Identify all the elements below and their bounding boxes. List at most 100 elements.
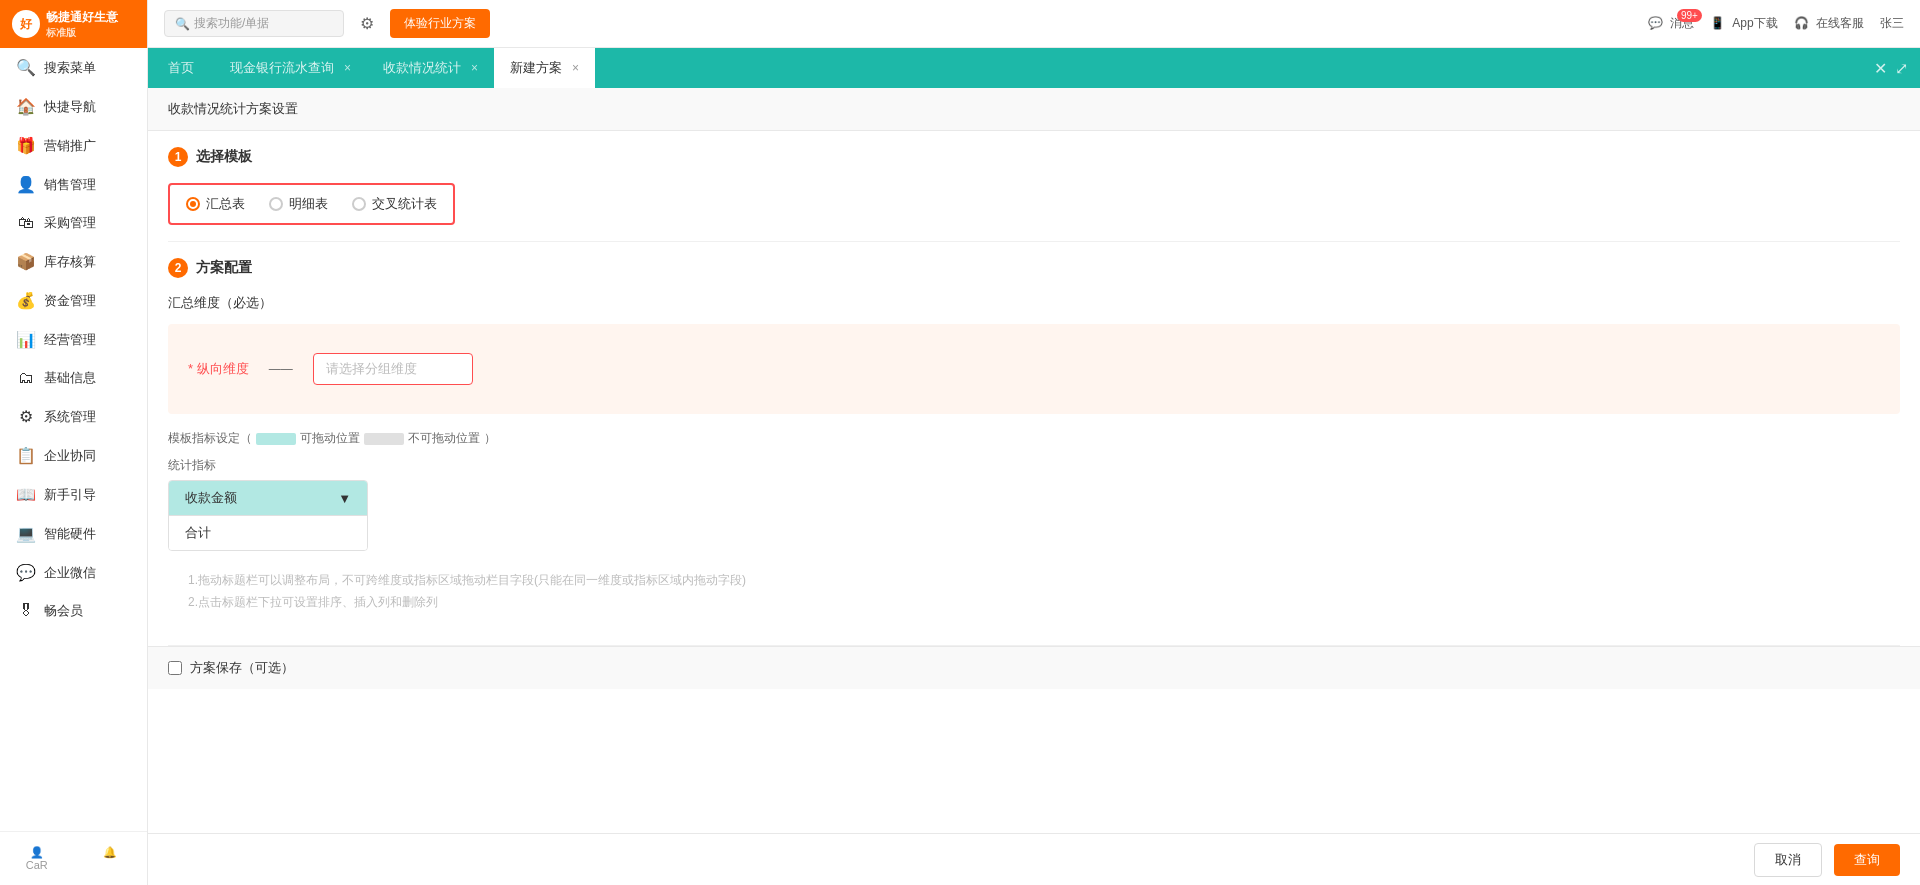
section2-number: 2 bbox=[168, 258, 188, 278]
money-icon: 💰 bbox=[16, 291, 36, 310]
sidebar-item-marketing[interactable]: 🎁 营销推广 bbox=[0, 126, 147, 165]
user-name[interactable]: 张三 bbox=[1880, 15, 1904, 32]
template-option-cross[interactable]: 交叉统计表 bbox=[352, 195, 437, 213]
sidebar-bottom-user[interactable]: 👤 CaR bbox=[0, 840, 74, 877]
metrics-section: 模板指标设定（ 可拖动位置 不可拖动位置 ） 统计指标 bbox=[168, 430, 1900, 554]
sidebar: 好 畅捷通好生意 标准版 🔍 搜索菜单 🏠 快捷导航 🎁 营销推广 👤 销售管理… bbox=[0, 0, 148, 885]
sidebar-item-inventory[interactable]: 📦 库存核算 bbox=[0, 242, 147, 281]
stats-section-label: 统计指标 bbox=[168, 457, 368, 474]
sidebar-item-sales[interactable]: 👤 销售管理 bbox=[0, 165, 147, 204]
logo-icon: 好 bbox=[12, 10, 40, 38]
box-icon: 📦 bbox=[16, 252, 36, 271]
tab-home[interactable]: 首页 bbox=[148, 48, 214, 88]
page-breadcrumb: 收款情况统计方案设置 bbox=[148, 88, 1920, 131]
template-option-summary[interactable]: 汇总表 bbox=[186, 195, 245, 213]
search-icon: 🔍 bbox=[16, 58, 36, 77]
bell-icon: 🔔 bbox=[103, 846, 117, 859]
sidebar-item-search[interactable]: 🔍 搜索菜单 bbox=[0, 48, 147, 87]
sidebar-item-management[interactable]: 📊 经营管理 bbox=[0, 320, 147, 359]
radio-cross[interactable] bbox=[352, 197, 366, 211]
online-service[interactable]: 🎧 在线客服 bbox=[1794, 15, 1864, 32]
radio-detail[interactable] bbox=[269, 197, 283, 211]
tab-stats[interactable]: 收款情况统计 × bbox=[367, 48, 494, 88]
sidebar-item-guide[interactable]: 📖 新手引导 bbox=[0, 475, 147, 514]
radio-summary[interactable] bbox=[186, 197, 200, 211]
message-icon: 💬 bbox=[1648, 16, 1663, 30]
app-download[interactable]: 📱 App下载 bbox=[1710, 15, 1778, 32]
metrics-table-total: 合计 bbox=[169, 515, 367, 550]
sidebar-item-member[interactable]: 🎖 畅会员 bbox=[0, 592, 147, 630]
app-icon: 📱 bbox=[1710, 16, 1725, 30]
sidebar-bottom-notify[interactable]: 🔔 bbox=[74, 840, 148, 877]
message-badge[interactable]: 💬 99+ 消息 bbox=[1648, 15, 1694, 32]
cancel-button[interactable]: 取消 bbox=[1754, 843, 1822, 877]
tips-section: 1.拖动标题栏可以调整布局，不可跨维度或指标区域拖动栏目字段(只能在同一维度或指… bbox=[168, 554, 1900, 629]
sidebar-item-purchase[interactable]: 🛍 采购管理 bbox=[0, 204, 147, 242]
metrics-table-header[interactable]: 收款金额 ▼ bbox=[169, 481, 367, 515]
config-section: 2 方案配置 汇总维度（必选） * 纵向维度 —— 请选择分组维度 bbox=[148, 242, 1920, 645]
query-button[interactable]: 查询 bbox=[1834, 844, 1900, 876]
section1-number: 1 bbox=[168, 147, 188, 167]
content-area: 收款情况统计方案设置 1 选择模板 汇总表 明细表 bbox=[148, 88, 1920, 833]
clipboard-icon: 📋 bbox=[16, 446, 36, 465]
gear-icon: ⚙ bbox=[16, 407, 36, 426]
search-bar[interactable]: 🔍 搜索功能/单据 bbox=[164, 10, 344, 37]
sidebar-item-finance[interactable]: 💰 资金管理 bbox=[0, 281, 147, 320]
folder-icon: 🗂 bbox=[16, 369, 36, 387]
topbar: 🔍 搜索功能/单据 ⚙ 体验行业方案 💬 99+ 消息 📱 App下载 🎧 在线… bbox=[148, 0, 1920, 48]
sidebar-item-system[interactable]: ⚙ 系统管理 bbox=[0, 397, 147, 436]
gift-icon: 🎁 bbox=[16, 136, 36, 155]
tabbar: 首页 现金银行流水查询 × 收款情况统计 × 新建方案 × ✕ ⤢ bbox=[148, 48, 1920, 88]
metrics-table: 收款金额 ▼ 合计 bbox=[168, 480, 368, 551]
maximize-icon[interactable]: ⤢ bbox=[1895, 59, 1908, 78]
section2-title: 2 方案配置 bbox=[168, 242, 1900, 278]
dimension-required-mark: * 纵向维度 bbox=[188, 360, 249, 378]
topbar-right: 💬 99+ 消息 📱 App下载 🎧 在线客服 张三 bbox=[1648, 15, 1904, 32]
medal-icon: 🎖 bbox=[16, 602, 36, 620]
user-icon: 👤 bbox=[16, 175, 36, 194]
tab-cashflow[interactable]: 现金银行流水查询 × bbox=[214, 48, 367, 88]
dimension-row: * 纵向维度 —— 请选择分组维度 bbox=[188, 353, 473, 385]
template-section: 1 选择模板 汇总表 明细表 交叉统计表 bbox=[148, 131, 1920, 241]
book-icon: 📖 bbox=[16, 485, 36, 504]
section1-title: 1 选择模板 bbox=[168, 147, 1900, 167]
save-option: 方案保存（可选） bbox=[148, 646, 1920, 689]
tab-close-cashflow[interactable]: × bbox=[344, 61, 351, 75]
arrow-icon: —— bbox=[269, 362, 293, 376]
dimension-select[interactable]: 请选择分组维度 bbox=[313, 353, 473, 385]
chat-icon: 💬 bbox=[16, 563, 36, 582]
dimension-area: * 纵向维度 —— 请选择分组维度 bbox=[168, 324, 1900, 414]
tab-close-new[interactable]: × bbox=[572, 61, 579, 75]
sidebar-item-nav[interactable]: 🏠 快捷导航 bbox=[0, 87, 147, 126]
sidebar-bottom: 👤 CaR 🔔 bbox=[0, 831, 147, 885]
sidebar-item-basic-info[interactable]: 🗂 基础信息 bbox=[0, 359, 147, 397]
industry-button[interactable]: 体验行业方案 bbox=[390, 9, 490, 38]
logo-text: 畅捷通好生意 标准版 bbox=[46, 9, 118, 40]
headset-icon: 🎧 bbox=[1794, 16, 1809, 30]
dimension-label: 汇总维度（必选） bbox=[168, 294, 1900, 312]
dropdown-icon[interactable]: ▼ bbox=[338, 491, 351, 506]
search-icon: 🔍 bbox=[175, 17, 190, 31]
main-area: 🔍 搜索功能/单据 ⚙ 体验行业方案 💬 99+ 消息 📱 App下载 🎧 在线… bbox=[148, 0, 1920, 885]
chart-icon: 📊 bbox=[16, 330, 36, 349]
tab-close-stats[interactable]: × bbox=[471, 61, 478, 75]
close-window-icon[interactable]: ✕ bbox=[1874, 59, 1887, 78]
home-icon: 🏠 bbox=[16, 97, 36, 116]
settings-icon[interactable]: ⚙ bbox=[360, 14, 374, 33]
save-label: 方案保存（可选） bbox=[190, 659, 294, 677]
sidebar-item-hardware[interactable]: 💻 智能硬件 bbox=[0, 514, 147, 553]
template-options-group: 汇总表 明细表 交叉统计表 bbox=[168, 183, 455, 225]
tab-new-plan[interactable]: 新建方案 × bbox=[494, 48, 595, 88]
sidebar-item-wechat[interactable]: 💬 企业微信 bbox=[0, 553, 147, 592]
not-draggable-label: 不可拖动位置 bbox=[408, 430, 480, 447]
content-inner: 收款情况统计方案设置 1 选择模板 汇总表 明细表 bbox=[148, 88, 1920, 833]
tip2: 2.点击标题栏下拉可设置排序、插入列和删除列 bbox=[188, 592, 1880, 614]
draggable-label: 可拖动位置 bbox=[300, 430, 360, 447]
avatar-icon: 👤 bbox=[30, 846, 44, 859]
footer: 取消 查询 bbox=[148, 833, 1920, 885]
sidebar-item-corp[interactable]: 📋 企业协同 bbox=[0, 436, 147, 475]
template-option-detail[interactable]: 明细表 bbox=[269, 195, 328, 213]
laptop-icon: 💻 bbox=[16, 524, 36, 543]
save-checkbox[interactable] bbox=[168, 661, 182, 675]
sidebar-logo: 好 畅捷通好生意 标准版 bbox=[0, 0, 147, 48]
